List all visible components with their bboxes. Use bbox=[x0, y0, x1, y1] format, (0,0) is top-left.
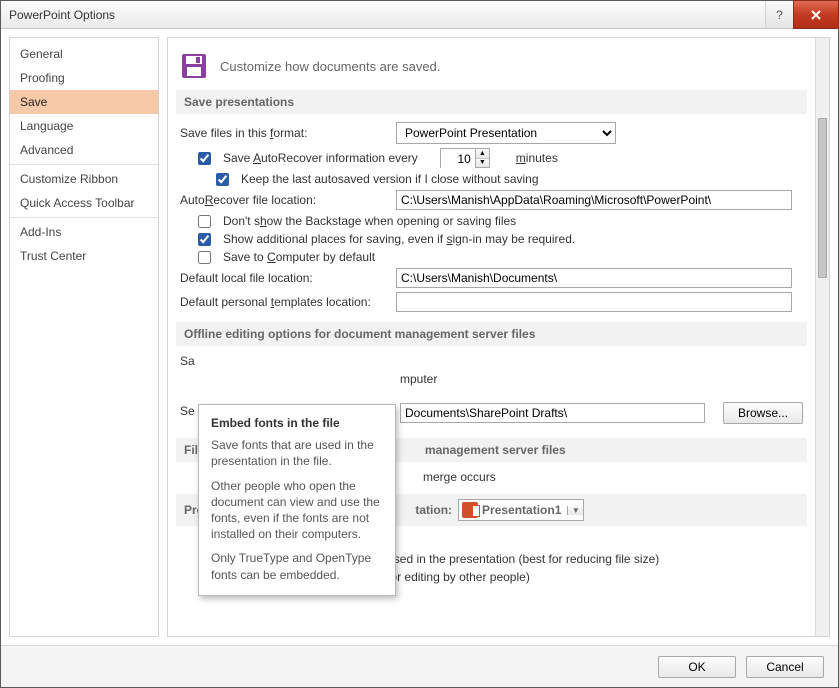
window-title: PowerPoint Options bbox=[9, 8, 765, 22]
section-save-presentations: Save presentations bbox=[176, 90, 807, 114]
row-offline-sa: Sa bbox=[180, 354, 803, 368]
window-buttons: ? bbox=[765, 1, 838, 28]
cancel-button[interactable]: Cancel bbox=[746, 656, 824, 678]
row-offline-computer: mputer bbox=[400, 372, 803, 386]
checkbox-dont-show-backstage[interactable] bbox=[198, 215, 211, 228]
ok-button[interactable]: OK bbox=[658, 656, 736, 678]
page-header: Customize how documents are saved. bbox=[180, 52, 803, 80]
input-server-drafts-location[interactable] bbox=[400, 403, 705, 423]
section-offline-editing: Offline editing options for document man… bbox=[176, 322, 807, 346]
titlebar: PowerPoint Options ? bbox=[1, 1, 838, 29]
label-merge: merge occurs bbox=[423, 470, 496, 484]
sidebar-item-language[interactable]: Language bbox=[10, 114, 158, 138]
sidebar-item-save[interactable]: Save bbox=[10, 90, 158, 114]
label-partial-computer: mputer bbox=[400, 372, 437, 386]
tooltip-text: Only TrueType and OpenType fonts can be … bbox=[211, 550, 383, 582]
close-icon bbox=[810, 9, 822, 21]
select-save-format[interactable]: PowerPoint Presentation bbox=[396, 122, 616, 144]
powerpoint-file-icon bbox=[462, 502, 478, 518]
row-server-drafts: Browse... bbox=[400, 402, 803, 424]
label-save-format: Save files in this format: bbox=[180, 126, 388, 140]
row-save-to-computer: Save to Computer by default bbox=[198, 250, 803, 264]
label-default-local-location: Default local file location: bbox=[180, 271, 388, 285]
sidebar-item-general[interactable]: General bbox=[10, 42, 158, 66]
checkbox-keep-last-autosaved[interactable] bbox=[216, 173, 229, 186]
sidebar-separator bbox=[10, 217, 158, 218]
sidebar-separator bbox=[10, 164, 158, 165]
options-dialog: PowerPoint Options ? General Proofing Sa… bbox=[0, 0, 839, 688]
label-autorecover-location: AutoRecover file location: bbox=[180, 193, 388, 207]
row-show-additional-places: Show additional places for saving, even … bbox=[198, 232, 803, 246]
scrollbar-thumb[interactable] bbox=[818, 118, 827, 278]
save-icon bbox=[180, 52, 208, 80]
label-minutes: minutes bbox=[516, 151, 558, 165]
row-autorecover: Save AutoRecover information every ▲▼ mi… bbox=[198, 148, 803, 168]
help-button[interactable]: ? bbox=[765, 1, 793, 28]
tooltip-embed-fonts: Embed fonts in the file Save fonts that … bbox=[198, 404, 396, 596]
row-save-format: Save files in this format: PowerPoint Pr… bbox=[180, 122, 803, 144]
label-preserve-post: tation: bbox=[415, 503, 452, 517]
label-default-templates-location: Default personal templates location: bbox=[180, 295, 388, 309]
row-dont-show-backstage: Don't show the Backstage when opening or… bbox=[198, 214, 803, 228]
category-sidebar: General Proofing Save Language Advanced … bbox=[9, 37, 159, 637]
combo-presentation-label: Presentation1 bbox=[482, 503, 567, 517]
page-subtitle: Customize how documents are saved. bbox=[220, 59, 440, 74]
dialog-footer: OK Cancel bbox=[1, 645, 838, 687]
sidebar-item-quick-access-toolbar[interactable]: Quick Access Toolbar bbox=[10, 191, 158, 215]
row-default-local-location: Default local file location: bbox=[180, 268, 803, 288]
dialog-body: General Proofing Save Language Advanced … bbox=[1, 29, 838, 645]
input-default-local-location[interactable] bbox=[396, 268, 792, 288]
row-default-templates-location: Default personal templates location: bbox=[180, 292, 803, 312]
label-autorecover: Save AutoRecover information every bbox=[223, 151, 418, 165]
input-default-templates-location[interactable] bbox=[396, 292, 792, 312]
spin-up-icon[interactable]: ▲ bbox=[476, 149, 489, 159]
label-show-additional-places: Show additional places for saving, even … bbox=[223, 232, 575, 246]
tooltip-text: Save fonts that are used in the presenta… bbox=[211, 437, 383, 469]
sidebar-item-customize-ribbon[interactable]: Customize Ribbon bbox=[10, 167, 158, 191]
sidebar-item-advanced[interactable]: Advanced bbox=[10, 138, 158, 162]
spinner-autorecover-minutes[interactable]: ▲▼ bbox=[440, 148, 490, 168]
sidebar-item-add-ins[interactable]: Add-Ins bbox=[10, 220, 158, 244]
sidebar-item-trust-center[interactable]: Trust Center bbox=[10, 244, 158, 268]
tooltip-text: Other people who open the document can v… bbox=[211, 478, 383, 543]
checkbox-save-to-computer[interactable] bbox=[198, 251, 211, 264]
label-partial-se: Se bbox=[180, 404, 195, 418]
close-button[interactable] bbox=[793, 0, 839, 29]
vertical-scrollbar[interactable] bbox=[815, 38, 829, 636]
input-autorecover-location[interactable] bbox=[396, 190, 792, 210]
input-autorecover-minutes[interactable] bbox=[441, 149, 475, 169]
label-dont-show-backstage: Don't show the Backstage when opening or… bbox=[223, 214, 516, 228]
sidebar-item-proofing[interactable]: Proofing bbox=[10, 66, 158, 90]
checkbox-autorecover[interactable] bbox=[198, 152, 211, 165]
row-keep-last: Keep the last autosaved version if I clo… bbox=[216, 172, 803, 186]
row-autorecover-location: AutoRecover file location: bbox=[180, 190, 803, 210]
label-save-to-computer: Save to Computer by default bbox=[223, 250, 375, 264]
chevron-down-icon[interactable]: ▼ bbox=[567, 506, 583, 515]
tooltip-title: Embed fonts in the file bbox=[211, 415, 383, 431]
checkbox-show-additional-places[interactable] bbox=[198, 233, 211, 246]
spin-down-icon[interactable]: ▼ bbox=[476, 159, 489, 168]
label-partial-sa: Sa bbox=[180, 354, 195, 368]
label-keep-last-autosaved: Keep the last autosaved version if I clo… bbox=[241, 172, 539, 186]
combo-presentation[interactable]: Presentation1 ▼ bbox=[458, 499, 584, 521]
browse-button[interactable]: Browse... bbox=[723, 402, 803, 424]
